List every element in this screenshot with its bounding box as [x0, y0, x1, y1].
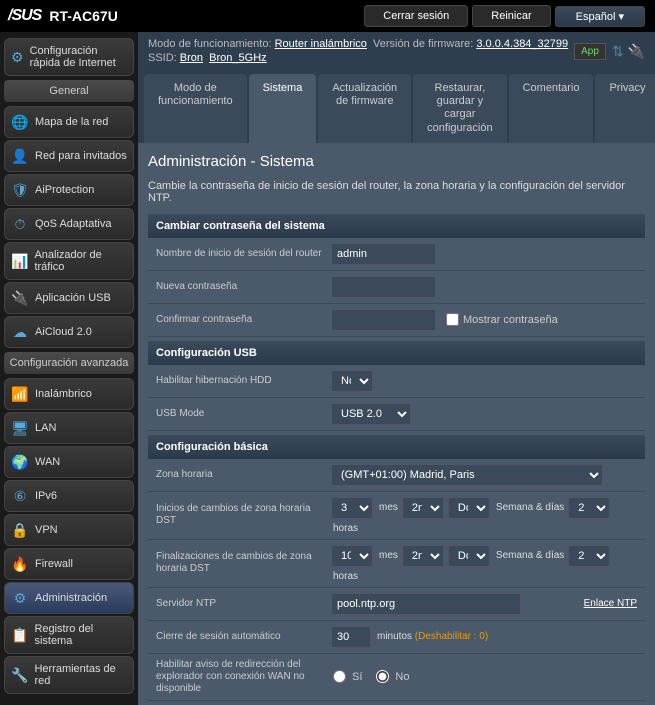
chart-icon: 📊: [11, 252, 28, 270]
confirm-password-input[interactable]: [331, 309, 436, 331]
usb-icon: 🔌: [11, 289, 29, 307]
dst-end-hour[interactable]: 2: [568, 545, 610, 567]
dst-start-month[interactable]: 3: [331, 497, 373, 519]
sidebar-firewall[interactable]: 🔥Firewall: [4, 548, 134, 580]
shield-icon: 🛡: [11, 181, 29, 199]
sidebar-aicloud[interactable]: ☁AiCloud 2.0: [4, 316, 134, 348]
tab-privacy[interactable]: Privacy: [595, 74, 655, 143]
wifi-icon: 📶: [11, 385, 29, 403]
dst-start-week[interactable]: 2nd: [402, 497, 444, 519]
page-description: Cambie la contraseña de inicio de sesión…: [148, 180, 645, 204]
globe-icon: 🌐: [11, 113, 29, 131]
dst-end-month[interactable]: 10: [331, 545, 373, 567]
cloud-icon: ☁: [11, 323, 29, 341]
tab-system[interactable]: Sistema: [249, 74, 317, 143]
timezone-select[interactable]: (GMT+01:00) Madrid, Paris: [331, 464, 603, 486]
logout-button[interactable]: Cerrar sesión: [364, 5, 468, 27]
usb-mode-select[interactable]: USB 2.0: [331, 403, 411, 425]
vpn-icon: 🔒: [11, 521, 29, 539]
sidebar-usbapp[interactable]: 🔌Aplicación USB: [4, 282, 134, 314]
sidebar-networkmap[interactable]: 🌐Mapa de la red: [4, 106, 134, 138]
reboot-button[interactable]: Reinicar: [472, 5, 550, 27]
lan-icon: 🖥: [11, 419, 29, 437]
user-icon: 👤: [11, 147, 29, 165]
tab-firmware[interactable]: Actualización de firmware: [318, 74, 411, 143]
gear-icon: ⚙: [11, 48, 24, 66]
ntp-link[interactable]: Enlace NTP: [584, 598, 637, 609]
ssid-5g[interactable]: Bron_5GHz: [209, 52, 266, 64]
sidebar-nettools[interactable]: 🔧Herramientas de red: [4, 656, 134, 694]
sidebar-qos[interactable]: ⏱QoS Adaptativa: [4, 208, 134, 240]
dst-start-hour[interactable]: 2: [568, 497, 610, 519]
tabs-container: Modo de funcionamiento Sistema Actualiza…: [138, 70, 655, 143]
tab-feedback[interactable]: Comentario: [509, 74, 594, 143]
ntp-server-input[interactable]: [331, 593, 521, 615]
sidebar-header-advanced: Configuración avanzada: [4, 352, 134, 374]
sidebar-guest[interactable]: 👤Red para invitados: [4, 140, 134, 172]
dst-end-week[interactable]: 2nd: [402, 545, 444, 567]
new-password-input[interactable]: [331, 276, 436, 298]
section-password: Cambiar contraseña del sistema: [148, 214, 645, 238]
sidebar-aiprotection[interactable]: 🛡AiProtection: [4, 174, 134, 206]
login-name-input[interactable]: [331, 243, 436, 265]
firmware-link[interactable]: 3.0.0.4.384_32799: [476, 38, 568, 50]
wan-redirect-yes[interactable]: [333, 670, 346, 683]
sidebar-ipv6[interactable]: ⑥IPv6: [4, 480, 134, 512]
content-area: Modo de funcionamiento: Router inalámbri…: [138, 32, 655, 705]
firewall-icon: 🔥: [11, 555, 29, 573]
ssid-2g[interactable]: Bron: [180, 52, 203, 64]
sidebar-vpn[interactable]: 🔒VPN: [4, 514, 134, 546]
model-name: RT-AC67U: [49, 8, 117, 24]
wan-redirect-no[interactable]: [376, 670, 389, 683]
section-basic: Configuración básica: [148, 435, 645, 459]
dst-end-day[interactable]: Dom: [448, 545, 490, 567]
dst-start-day[interactable]: Dom: [448, 497, 490, 519]
sidebar-header-general: General: [4, 80, 134, 102]
sidebar-traffic[interactable]: 📊Analizador de tráfico: [4, 242, 134, 280]
gauge-icon: ⏱: [11, 215, 29, 233]
sidebar-syslog[interactable]: 📋Registro del sistema: [4, 616, 134, 654]
hdd-hibernate-select[interactable]: No: [331, 370, 373, 392]
sidebar-wan[interactable]: 🌍WAN: [4, 446, 134, 478]
log-icon: 📋: [11, 626, 28, 644]
show-password-checkbox[interactable]: [446, 313, 459, 326]
sidebar: ⚙Configuración rápida de Internet Genera…: [0, 32, 138, 705]
sidebar-wireless[interactable]: 📶Inalámbrico: [4, 378, 134, 410]
sidebar-lan[interactable]: 🖥LAN: [4, 412, 134, 444]
asus-logo: /SUS: [8, 7, 41, 25]
opmode-link[interactable]: Router inalámbrico: [275, 38, 367, 50]
tab-restore[interactable]: Restaurar, guardar y cargar configuració…: [413, 74, 506, 143]
page-title: Administración - Sistema: [148, 153, 645, 170]
admin-icon: ⚙: [11, 589, 29, 607]
app-button[interactable]: App: [574, 43, 606, 60]
autologout-input[interactable]: [331, 626, 371, 648]
ipv6-icon: ⑥: [11, 487, 29, 505]
sidebar-admin[interactable]: ⚙Administración: [4, 582, 134, 614]
language-select[interactable]: Español ▾: [555, 6, 645, 27]
section-usb: Configuración USB: [148, 341, 645, 365]
tools-icon: 🔧: [11, 666, 28, 684]
tab-opmode[interactable]: Modo de funcionamiento: [144, 74, 247, 143]
status-indicators: ⇅ 🔌: [612, 43, 645, 60]
wan-icon: 🌍: [11, 453, 29, 471]
sidebar-quick-setup[interactable]: ⚙Configuración rápida de Internet: [4, 38, 134, 76]
